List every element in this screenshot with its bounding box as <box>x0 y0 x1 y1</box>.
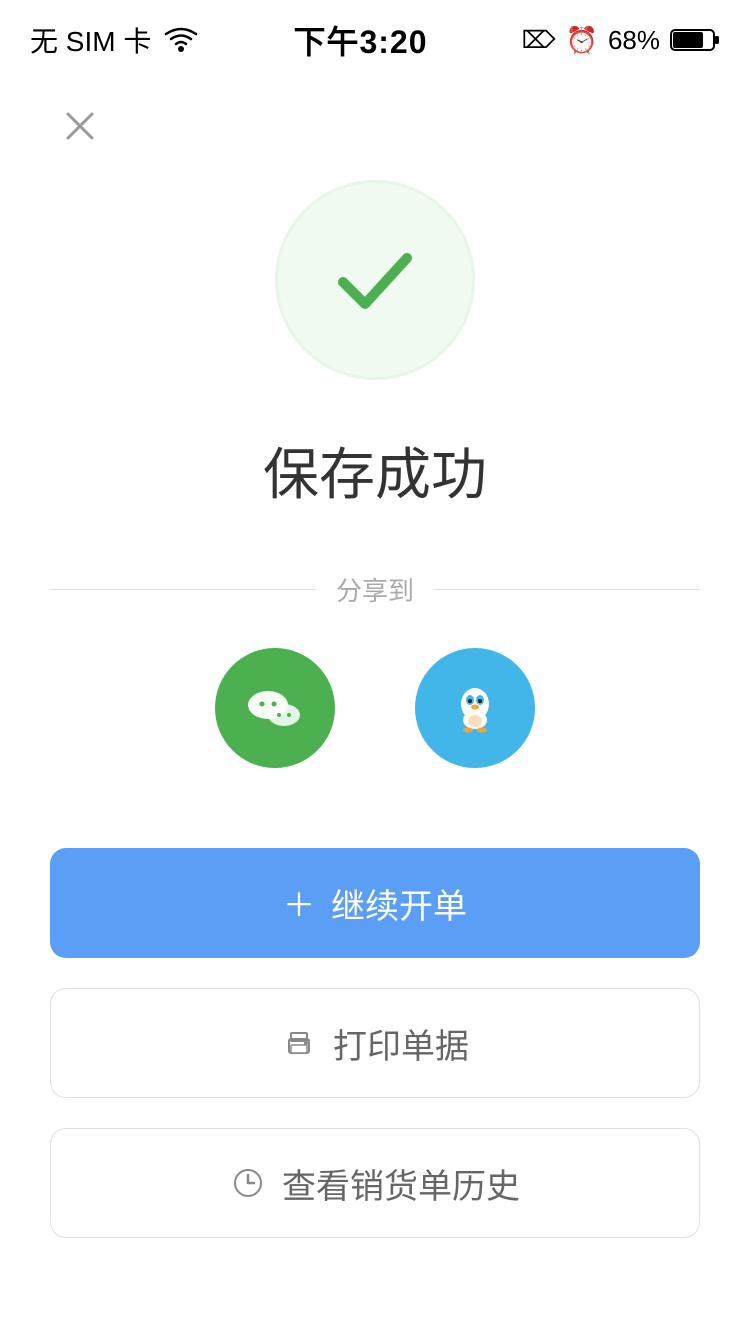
carrier-text: 无 SIM 卡 <box>30 20 151 60</box>
battery-icon <box>670 27 720 53</box>
history-icon <box>230 1165 266 1201</box>
history-button[interactable]: 查看销货单历史 <box>50 1128 700 1238</box>
divider-right <box>434 589 700 590</box>
print-label: 打印单据 <box>333 1019 469 1068</box>
print-button[interactable]: 打印单据 <box>50 988 700 1098</box>
status-bar: 无 SIM 卡 下午3:20 ⌦ ⏰ 68% <box>0 0 750 80</box>
print-icon <box>281 1025 317 1061</box>
continue-label: 继续开单 <box>331 879 467 928</box>
qq-share-button[interactable] <box>415 648 535 768</box>
wechat-share-button[interactable] <box>215 648 335 768</box>
share-icons-row <box>215 648 535 768</box>
main-content: 保存成功 分享到 <box>0 80 750 1238</box>
time-display: 下午3:20 <box>293 17 427 63</box>
qq-icon <box>443 676 508 741</box>
checkmark-icon <box>325 230 425 330</box>
buttons-section: ＋ 继续开单 打印单据 查看销货单历史 <box>0 848 750 1238</box>
continue-button[interactable]: ＋ 继续开单 <box>50 848 700 958</box>
close-button[interactable] <box>50 96 110 156</box>
status-left: 无 SIM 卡 <box>30 20 199 60</box>
share-section: 分享到 <box>0 571 750 768</box>
success-icon-circle <box>275 180 475 380</box>
share-label: 分享到 <box>316 571 434 608</box>
wechat-icon <box>240 673 310 743</box>
history-label: 查看销货单历史 <box>282 1159 520 1208</box>
status-right: ⌦ ⏰ 68% <box>522 25 720 56</box>
battery-text: 68% <box>608 25 660 56</box>
alarm-icon: ⏰ <box>566 25 598 56</box>
plus-icon: ＋ <box>283 880 315 926</box>
success-title: 保存成功 <box>263 430 487 511</box>
location-icon: ⌦ <box>522 26 556 55</box>
divider-left <box>50 589 316 590</box>
wifi-icon <box>163 26 199 54</box>
share-divider-row: 分享到 <box>0 571 750 608</box>
